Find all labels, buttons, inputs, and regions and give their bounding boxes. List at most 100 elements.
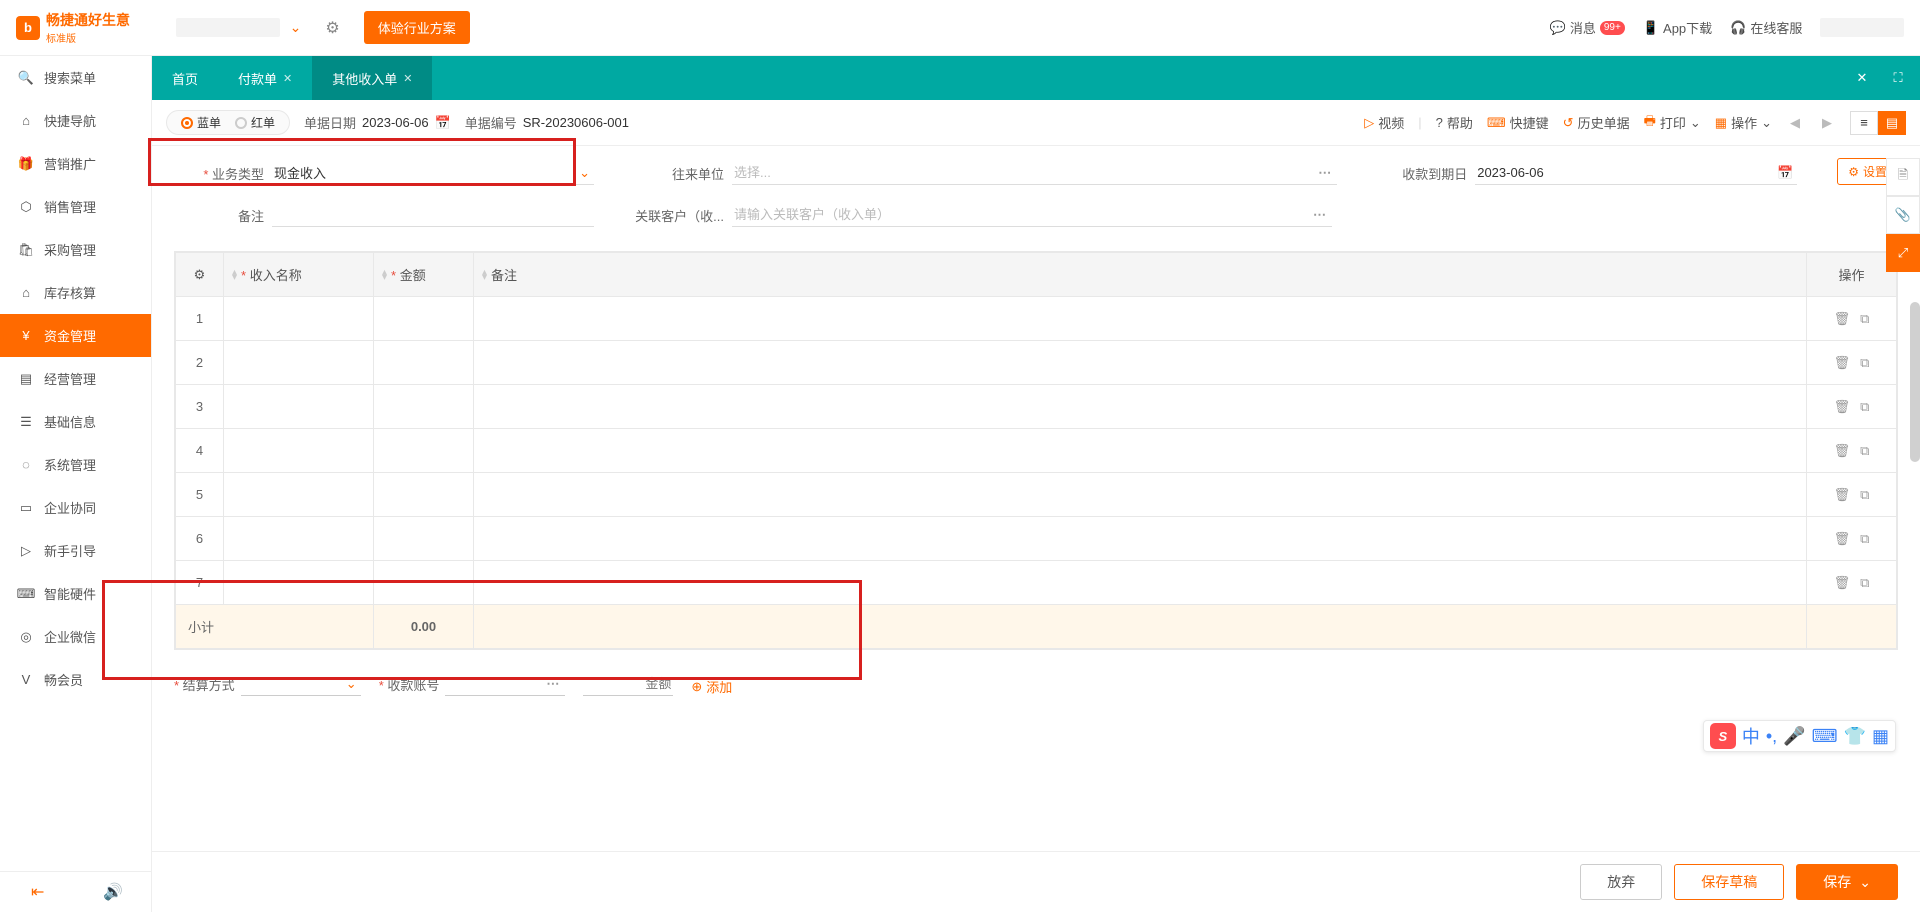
save-draft-button[interactable]: 保存草稿 [1674, 864, 1784, 900]
settle-amount-input[interactable] [583, 672, 673, 696]
cell-remark[interactable] [474, 429, 1807, 473]
user-menu[interactable] [1820, 18, 1904, 37]
sidebar-item-finance[interactable]: ¥资金管理 [0, 314, 151, 357]
settle-method-input[interactable] [241, 672, 361, 696]
ime-toolbar[interactable]: S 中 •, 🎤 ⌨ 👕 ▦ [1703, 720, 1896, 752]
cell-remark[interactable] [474, 473, 1807, 517]
print-link[interactable]: 🖶打印⌄ [1644, 112, 1701, 134]
copy-row-icon[interactable]: ⧉ [1860, 311, 1869, 327]
delete-row-icon[interactable]: 🗑 [1834, 487, 1851, 503]
tab-fullscreen-button[interactable]: ⛶ [1884, 64, 1912, 92]
cell-remark[interactable] [474, 297, 1807, 341]
shortcut-link[interactable]: ⌨快捷键 [1487, 113, 1549, 132]
table-config-header[interactable]: ⚙ [176, 253, 224, 297]
ime-keyboard-button[interactable]: ⌨ [1812, 726, 1838, 747]
chevron-down-icon[interactable]: ⌄ [346, 676, 357, 692]
cell-income-name[interactable] [224, 561, 374, 605]
more-icon[interactable]: ⋯ [1318, 165, 1333, 181]
tab-other-income[interactable]: 其他收入单✕ [312, 56, 432, 100]
cell-remark[interactable] [474, 341, 1807, 385]
view-list-button[interactable]: ≡ [1850, 111, 1878, 135]
sidebar-item-quicknav[interactable]: ⌂快捷导航 [0, 99, 151, 142]
view-form-button[interactable]: ▤ [1878, 111, 1906, 135]
chevron-down-icon[interactable]: ⌄ [290, 19, 302, 36]
delete-row-icon[interactable]: 🗑 [1834, 443, 1851, 459]
col-remark[interactable]: ▴▾备注 [474, 253, 1807, 297]
delete-row-icon[interactable]: 🗑 [1834, 575, 1851, 591]
col-income-name[interactable]: ▴▾收入名称 [224, 253, 374, 297]
tab-payment[interactable]: 付款单✕ [218, 56, 312, 100]
cell-amount[interactable] [374, 341, 474, 385]
biz-type-input[interactable] [272, 161, 594, 185]
delete-row-icon[interactable]: 🗑 [1834, 399, 1851, 415]
close-icon[interactable]: ✕ [283, 72, 292, 85]
copy-row-icon[interactable]: ⧉ [1860, 531, 1869, 547]
radio-blue-bill[interactable]: 蓝单 [181, 114, 221, 131]
online-service-link[interactable]: 🎧 在线客服 [1730, 18, 1802, 37]
add-settlement-button[interactable]: ⊕ 添加 [691, 677, 732, 696]
sidebar-item-purchase[interactable]: 🛍采购管理 [0, 228, 151, 271]
cell-remark[interactable] [474, 561, 1807, 605]
cell-remark[interactable] [474, 517, 1807, 561]
table-row[interactable]: 5🗑⧉ [176, 473, 1897, 517]
cell-amount[interactable] [374, 517, 474, 561]
rail-note-button[interactable]: 🗎 [1886, 158, 1920, 196]
cell-income-name[interactable] [224, 385, 374, 429]
chevron-down-icon[interactable]: ⌄ [579, 165, 590, 181]
table-row[interactable]: 7🗑⧉ [176, 561, 1897, 605]
ime-voice-button[interactable]: 🎤 [1783, 726, 1805, 747]
copy-row-icon[interactable]: ⧉ [1860, 443, 1869, 459]
rel-customer-input[interactable] [732, 203, 1332, 227]
cell-income-name[interactable] [224, 517, 374, 561]
copy-row-icon[interactable]: ⧉ [1860, 575, 1869, 591]
cell-amount[interactable] [374, 429, 474, 473]
party-input[interactable] [732, 161, 1337, 185]
cell-amount[interactable] [374, 297, 474, 341]
cell-amount[interactable] [374, 385, 474, 429]
scrollbar[interactable] [1910, 302, 1920, 462]
rail-expand-button[interactable]: ⤢ [1886, 234, 1920, 272]
sidebar-item-marketing[interactable]: 🎁营销推广 [0, 142, 151, 185]
messages-link[interactable]: 💬 消息 99+ [1550, 18, 1625, 37]
sidebar-item-sales[interactable]: ⬡销售管理 [0, 185, 151, 228]
close-icon[interactable]: ✕ [403, 72, 412, 85]
abandon-button[interactable]: 放弃 [1580, 864, 1662, 900]
remark-input[interactable] [272, 203, 594, 227]
cell-amount[interactable] [374, 561, 474, 605]
cell-amount[interactable] [374, 473, 474, 517]
sidebar-item-search[interactable]: 🔍搜索菜单 [0, 56, 151, 99]
tab-home[interactable]: 首页 [152, 56, 218, 100]
cell-income-name[interactable] [224, 341, 374, 385]
due-date-input[interactable] [1475, 161, 1797, 185]
sidebar-item-basic[interactable]: ☰基础信息 [0, 400, 151, 443]
bill-date-value[interactable]: 2023-06-06 [362, 115, 429, 130]
sidebar-item-guide[interactable]: ▷新手引导 [0, 529, 151, 572]
cell-remark[interactable] [474, 385, 1807, 429]
sidebar-sound-button[interactable]: 🔊 [76, 872, 152, 912]
delete-row-icon[interactable]: 🗑 [1834, 531, 1851, 547]
more-icon[interactable]: ⋯ [546, 676, 561, 692]
copy-row-icon[interactable]: ⧉ [1860, 399, 1869, 415]
experience-plan-button[interactable]: 体验行业方案 [364, 11, 470, 44]
radio-red-bill[interactable]: 红单 [235, 114, 275, 131]
sidebar-item-system[interactable]: ◌系统管理 [0, 443, 151, 486]
more-icon[interactable]: ⋯ [1313, 207, 1328, 223]
copy-row-icon[interactable]: ⧉ [1860, 355, 1869, 371]
ime-punct-button[interactable]: •, [1766, 726, 1777, 747]
sidebar-item-inventory[interactable]: ⌂库存核算 [0, 271, 151, 314]
gear-icon[interactable]: ⚙ [325, 18, 339, 38]
delete-row-icon[interactable]: 🗑 [1834, 311, 1851, 327]
sidebar-item-wechat[interactable]: ◎企业微信 [0, 615, 151, 658]
tab-close-all-button[interactable]: ✕ [1848, 64, 1876, 92]
delete-row-icon[interactable]: 🗑 [1834, 355, 1851, 371]
table-row[interactable]: 6🗑⧉ [176, 517, 1897, 561]
sidebar-item-operation[interactable]: ▤经营管理 [0, 357, 151, 400]
copy-row-icon[interactable]: ⧉ [1860, 487, 1869, 503]
ime-skin-button[interactable]: 👕 [1844, 726, 1866, 747]
sidebar-item-enterprise[interactable]: ▭企业协同 [0, 486, 151, 529]
calendar-icon[interactable]: 📅 [1777, 165, 1793, 181]
org-selector[interactable] [176, 18, 280, 37]
help-link[interactable]: ?帮助 [1436, 113, 1473, 132]
ime-toolbox-button[interactable]: ▦ [1872, 726, 1889, 747]
sidebar-collapse-button[interactable]: ⇤ [0, 872, 76, 912]
